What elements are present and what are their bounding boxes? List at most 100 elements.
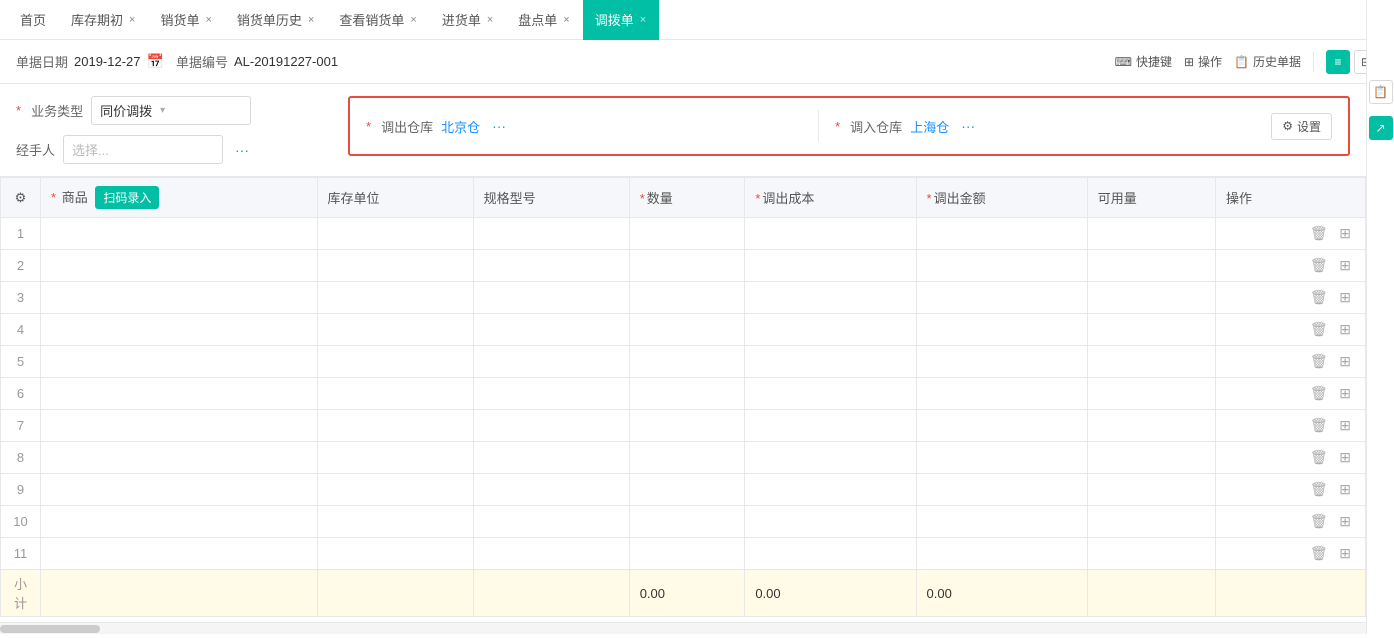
row-cost-5[interactable] [745, 346, 916, 378]
row-amount-8 [916, 442, 1087, 474]
row-cost-1[interactable] [745, 218, 916, 250]
row-qty-7[interactable] [629, 410, 745, 442]
delete-btn-1[interactable]: 🗑 [1306, 223, 1332, 244]
copy-btn-1[interactable]: ⊞ [1335, 223, 1355, 244]
row-cost-7[interactable] [745, 410, 916, 442]
layout-btn-1[interactable]: ≡ [1326, 50, 1350, 74]
copy-btn-5[interactable]: ⊞ [1335, 351, 1355, 372]
row-product-6[interactable] [41, 378, 318, 410]
row-qty-4[interactable] [629, 314, 745, 346]
operator-label: 经手人 [16, 140, 55, 159]
delete-btn-9[interactable]: 🗑 [1306, 479, 1332, 500]
th-gear[interactable]: ⚙ [1, 178, 41, 218]
row-qty-5[interactable] [629, 346, 745, 378]
row-qty-9[interactable] [629, 474, 745, 506]
copy-btn-9[interactable]: ⊞ [1335, 479, 1355, 500]
tab-view-sales[interactable]: 查看销货单 × [327, 0, 429, 40]
tab-close-sales-history[interactable]: × [308, 14, 314, 26]
out-warehouse-more[interactable]: ··· [488, 118, 510, 134]
row-qty-1[interactable] [629, 218, 745, 250]
copy-btn-7[interactable]: ⊞ [1335, 415, 1355, 436]
row-cost-10[interactable] [745, 506, 916, 538]
row-product-9[interactable] [41, 474, 318, 506]
delete-btn-2[interactable]: 🗑 [1306, 255, 1332, 276]
horizontal-scrollbar[interactable] [0, 622, 1366, 634]
calendar-icon[interactable]: 📅 [147, 53, 164, 70]
scan-input-btn[interactable]: 扫码录入 [95, 186, 159, 209]
tab-inventory-init[interactable]: 库存期初 × [59, 0, 148, 40]
delete-btn-7[interactable]: 🗑 [1306, 415, 1332, 436]
form-left: * 业务类型 同价调拨 ▾ 经手人 选择... ··· [16, 96, 336, 164]
operator-select[interactable]: 选择... [63, 135, 223, 164]
tab-home[interactable]: 首页 [8, 0, 59, 40]
row-num-7: 7 [1, 410, 41, 442]
delete-btn-6[interactable]: 🗑 [1306, 383, 1332, 404]
tab-close-view-sales[interactable]: × [410, 14, 416, 26]
row-qty-10[interactable] [629, 506, 745, 538]
shortcut-action[interactable]: ⌨ 快捷键 [1115, 53, 1172, 70]
row-product-10[interactable] [41, 506, 318, 538]
tab-close-inventory-check[interactable]: × [563, 14, 569, 26]
row-cost-3[interactable] [745, 282, 916, 314]
row-qty-8[interactable] [629, 442, 745, 474]
row-num-3: 3 [1, 282, 41, 314]
row-cost-9[interactable] [745, 474, 916, 506]
business-type-select[interactable]: 同价调拨 ▾ [91, 96, 251, 125]
copy-btn-2[interactable]: ⊞ [1335, 255, 1355, 276]
row-qty-2[interactable] [629, 250, 745, 282]
row-spec-11 [473, 538, 629, 570]
delete-btn-4[interactable]: 🗑 [1306, 319, 1332, 340]
warehouse-settings-btn[interactable]: ⚙ 设置 [1271, 113, 1332, 140]
row-product-3[interactable] [41, 282, 318, 314]
row-cost-11[interactable] [745, 538, 916, 570]
delete-btn-3[interactable]: 🗑 [1306, 287, 1332, 308]
history-action[interactable]: 📋 历史单据 [1234, 53, 1301, 70]
tab-close-transfer[interactable]: × [640, 14, 646, 26]
delete-btn-11[interactable]: 🗑 [1306, 543, 1332, 564]
row-cost-8[interactable] [745, 442, 916, 474]
tab-sales[interactable]: 销货单 × [148, 0, 224, 40]
delete-btn-10[interactable]: 🗑 [1306, 511, 1332, 532]
row-qty-11[interactable] [629, 538, 745, 570]
operator-more-btn[interactable]: ··· [231, 142, 253, 158]
row-action-5: 🗑 ⊞ [1215, 346, 1365, 378]
copy-btn-4[interactable]: ⊞ [1335, 319, 1355, 340]
delete-btn-5[interactable]: 🗑 [1306, 351, 1332, 372]
row-product-1[interactable] [41, 218, 318, 250]
row-cost-4[interactable] [745, 314, 916, 346]
tab-close-purchase[interactable]: × [487, 14, 493, 26]
row-cost-6[interactable] [745, 378, 916, 410]
copy-btn-8[interactable]: ⊞ [1335, 447, 1355, 468]
subtotal-cost: 0.00 [745, 570, 916, 617]
row-qty-6[interactable] [629, 378, 745, 410]
sidebar-doc-btn[interactable]: 📋 [1369, 80, 1393, 104]
delete-btn-8[interactable]: 🗑 [1306, 447, 1332, 468]
row-product-11[interactable] [41, 538, 318, 570]
table-row: 6 🗑 ⊞ [1, 378, 1366, 410]
row-product-7[interactable] [41, 410, 318, 442]
row-product-8[interactable] [41, 442, 318, 474]
row-cost-2[interactable] [745, 250, 916, 282]
row-qty-3[interactable] [629, 282, 745, 314]
operations-action[interactable]: ⊞ 操作 [1184, 53, 1222, 70]
tab-close-sales[interactable]: × [205, 14, 211, 26]
row-product-2[interactable] [41, 250, 318, 282]
tab-transfer[interactable]: 调拨单 × [583, 0, 659, 40]
sidebar-export-btn[interactable]: ↗ [1369, 116, 1393, 140]
copy-btn-6[interactable]: ⊞ [1335, 383, 1355, 404]
copy-btn-11[interactable]: ⊞ [1335, 543, 1355, 564]
copy-btn-3[interactable]: ⊞ [1335, 287, 1355, 308]
scrollbar-thumb[interactable] [0, 625, 100, 633]
row-product-5[interactable] [41, 346, 318, 378]
row-product-4[interactable] [41, 314, 318, 346]
tab-sales-history[interactable]: 销货单历史 × [225, 0, 327, 40]
tab-close-inventory-init[interactable]: × [129, 14, 135, 26]
business-required-star: * [16, 103, 21, 118]
tab-purchase[interactable]: 进货单 × [430, 0, 506, 40]
date-label: 单据日期 [16, 52, 68, 71]
toolbar-left: 单据日期 2019-12-27 📅 单据编号 AL-20191227-001 [16, 52, 338, 71]
copy-btn-10[interactable]: ⊞ [1335, 511, 1355, 532]
tab-inventory-check[interactable]: 盘点单 × [506, 0, 582, 40]
gear-icon: ⚙ [1282, 119, 1293, 133]
in-warehouse-more[interactable]: ··· [957, 118, 979, 134]
